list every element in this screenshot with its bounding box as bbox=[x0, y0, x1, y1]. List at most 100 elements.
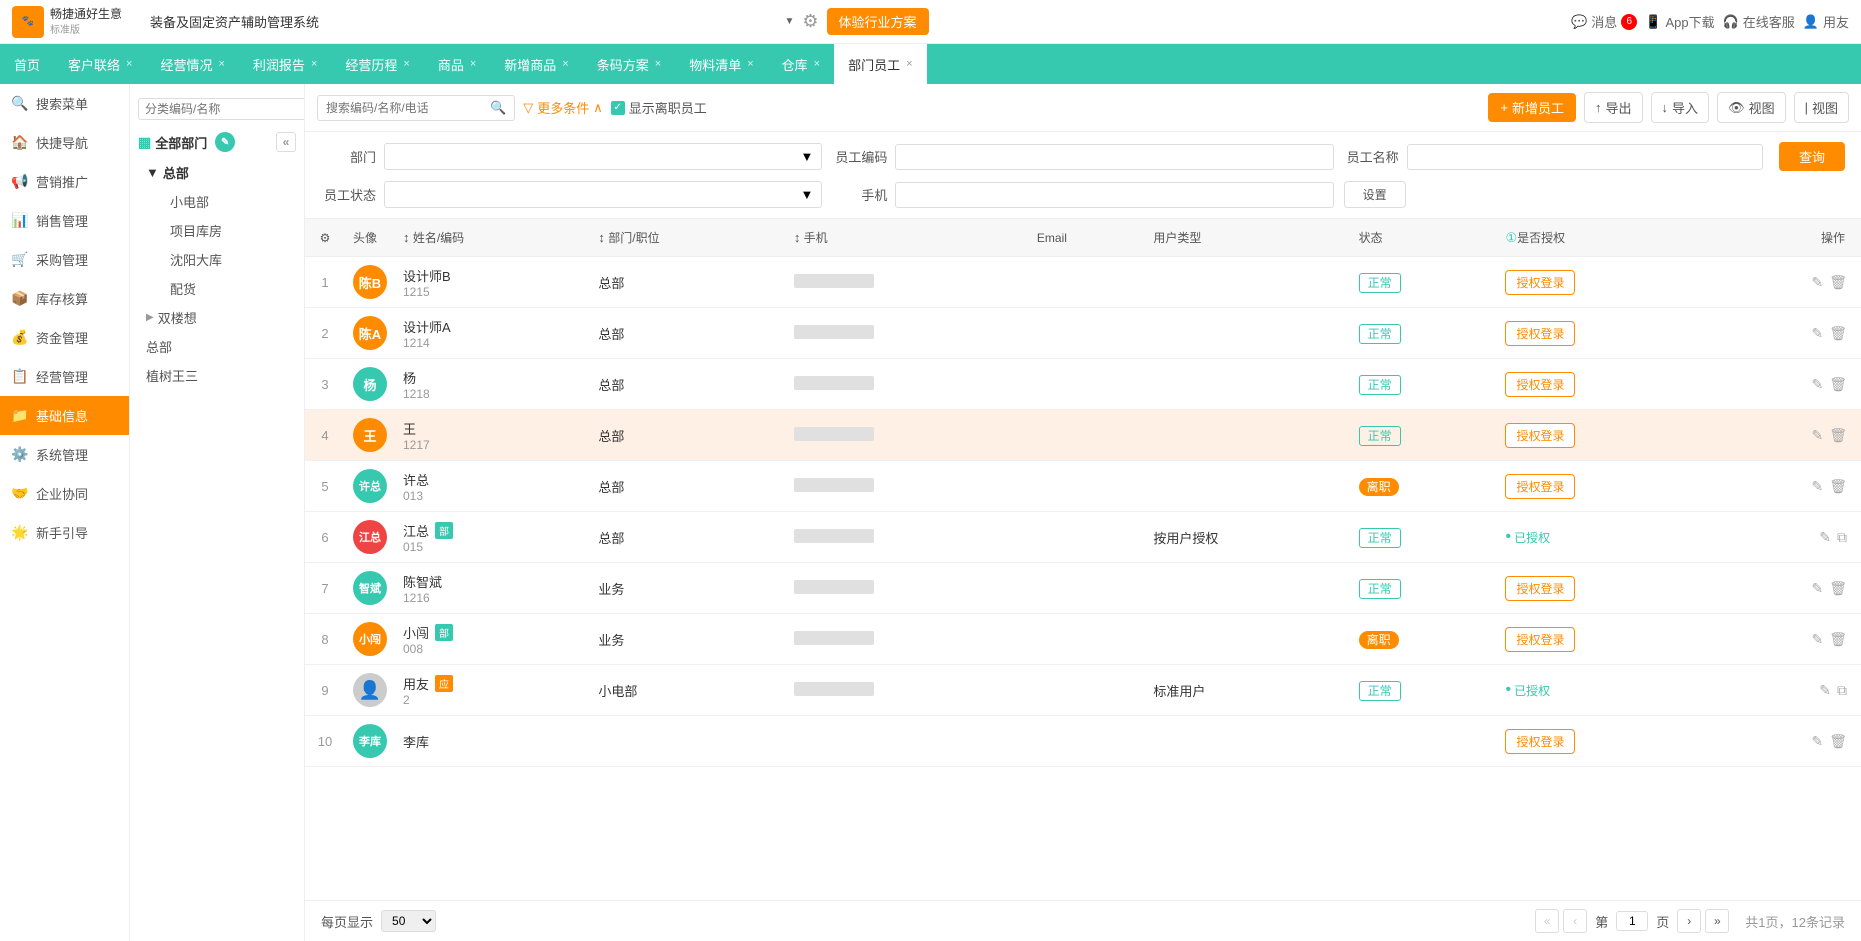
show-resigned-checkbox[interactable]: ✓ 显示离职员工 bbox=[611, 98, 707, 117]
edit-icon[interactable]: ✎ bbox=[1811, 376, 1823, 392]
search-input[interactable] bbox=[326, 101, 486, 115]
edit-icon[interactable]: ✎ bbox=[1811, 580, 1823, 596]
page-input[interactable] bbox=[1616, 911, 1648, 931]
message-button[interactable]: 💬 消息 6 bbox=[1571, 12, 1637, 31]
emp-code-input[interactable] bbox=[895, 144, 1333, 170]
next-last-button[interactable]: » bbox=[1705, 909, 1729, 933]
prev-button[interactable]: ‹ bbox=[1563, 909, 1587, 933]
sidebar-item-marketing[interactable]: 📢 营销推广 bbox=[0, 162, 129, 201]
dept-item-shenyang[interactable]: 沈阳大库 bbox=[158, 245, 300, 274]
edit-icon[interactable]: ✎ bbox=[1811, 733, 1823, 749]
tab-profit[interactable]: 利润报告× bbox=[239, 44, 331, 84]
user-avatar[interactable]: 👤 用友 bbox=[1803, 12, 1849, 31]
per-page-select[interactable]: 50 20 100 bbox=[381, 910, 436, 932]
tab-history[interactable]: 经营历程× bbox=[331, 44, 423, 84]
experience-button[interactable]: 体验行业方案 bbox=[827, 8, 929, 35]
dept-item-peihuo[interactable]: 配货 bbox=[158, 274, 300, 303]
copy-icon[interactable]: ⧉ bbox=[1837, 682, 1847, 698]
dept-item-zhishu[interactable]: 植树王三 bbox=[134, 361, 300, 390]
edit-icon[interactable]: ✎ bbox=[1811, 427, 1823, 443]
tab-barcode-close[interactable]: × bbox=[655, 58, 661, 70]
online-service-button[interactable]: 🎧 在线客服 bbox=[1723, 12, 1795, 31]
dept-search-input[interactable] bbox=[138, 98, 305, 120]
sidebar-item-finance[interactable]: 💰 资金管理 bbox=[0, 318, 129, 357]
phone-input[interactable] bbox=[895, 182, 1333, 208]
query-button[interactable]: 查询 bbox=[1779, 142, 1845, 171]
auth-button[interactable]: 授权登录 bbox=[1505, 576, 1575, 601]
tab-new-goods-close[interactable]: × bbox=[562, 58, 568, 70]
tab-warehouse[interactable]: 仓库× bbox=[768, 44, 834, 84]
tab-profit-close[interactable]: × bbox=[311, 58, 317, 70]
dept-select[interactable]: ▼ bbox=[384, 143, 822, 170]
sidebar-item-manage[interactable]: 📋 经营管理 bbox=[0, 357, 129, 396]
edit-icon[interactable]: ✎ bbox=[1811, 478, 1823, 494]
auth-button[interactable]: 授权登录 bbox=[1505, 372, 1575, 397]
more-button[interactable]: | 视图 bbox=[1794, 92, 1849, 123]
delete-icon[interactable]: 🗑 bbox=[1829, 478, 1847, 494]
import-button[interactable]: ↓ 导入 bbox=[1651, 92, 1710, 123]
delete-icon[interactable]: 🗑 bbox=[1829, 376, 1847, 392]
export-button[interactable]: ↑ 导出 bbox=[1584, 92, 1643, 123]
delete-icon[interactable]: 🗑 bbox=[1829, 274, 1847, 290]
sidebar-item-inventory[interactable]: 📦 库存核算 bbox=[0, 279, 129, 318]
dept-item-zongbu2[interactable]: 总部 bbox=[134, 332, 300, 361]
edit-icon[interactable]: ✎ bbox=[1811, 631, 1823, 647]
emp-name-input[interactable] bbox=[1407, 144, 1763, 170]
tab-goods-close[interactable]: × bbox=[470, 58, 476, 70]
tab-new-goods[interactable]: 新增商品× bbox=[490, 44, 582, 84]
delete-icon[interactable]: 🗑 bbox=[1829, 580, 1847, 596]
auth-button[interactable]: 授权登录 bbox=[1505, 474, 1575, 499]
sidebar-item-system[interactable]: ⚙️ 系统管理 bbox=[0, 435, 129, 474]
dept-collapse-button[interactable]: « bbox=[276, 132, 296, 152]
settings-icon[interactable]: ⚙ bbox=[802, 11, 818, 32]
status-select[interactable]: ▼ bbox=[384, 181, 822, 208]
edit-icon[interactable]: ✎ bbox=[1819, 682, 1831, 698]
tab-bom-close[interactable]: × bbox=[747, 58, 753, 70]
add-employee-button[interactable]: + 新增员工 bbox=[1488, 93, 1576, 122]
all-dept-label[interactable]: 全部部门 bbox=[155, 133, 207, 152]
next-button[interactable]: › bbox=[1677, 909, 1701, 933]
dept-item-zongbu-parent[interactable]: ▼ 总部 bbox=[134, 158, 300, 187]
tab-warehouse-close[interactable]: × bbox=[814, 58, 820, 70]
col-settings[interactable]: ⚙ bbox=[305, 219, 345, 257]
tab-bom[interactable]: 物料清单× bbox=[675, 44, 767, 84]
sidebar-item-purchase[interactable]: 🛒 采购管理 bbox=[0, 240, 129, 279]
tab-goods[interactable]: 商品× bbox=[424, 44, 490, 84]
sidebar-item-collab[interactable]: 🤝 企业协同 bbox=[0, 474, 129, 513]
delete-icon[interactable]: 🗑 bbox=[1829, 733, 1847, 749]
dept-item-shuanglou[interactable]: ▶ 双楼想 bbox=[134, 303, 300, 332]
auth-button[interactable]: 授权登录 bbox=[1505, 321, 1575, 346]
auth-button[interactable]: 授权登录 bbox=[1505, 627, 1575, 652]
tab-operation-close[interactable]: × bbox=[218, 58, 224, 70]
view-button[interactable]: 👁 视图 bbox=[1717, 92, 1786, 123]
tab-customer[interactable]: 客户联络× bbox=[54, 44, 146, 84]
sidebar-item-basic[interactable]: 📁 基础信息 bbox=[0, 396, 129, 435]
tab-history-close[interactable]: × bbox=[403, 58, 409, 70]
system-title-arrow[interactable]: ▼ bbox=[785, 16, 795, 27]
search-icon-btn[interactable]: 🔍 bbox=[490, 100, 506, 116]
tab-barcode[interactable]: 条码方案× bbox=[583, 44, 675, 84]
edit-icon[interactable]: ✎ bbox=[1811, 325, 1823, 341]
tab-employee[interactable]: 部门员工× bbox=[834, 44, 926, 84]
reset-button[interactable]: 设置 bbox=[1344, 181, 1406, 208]
sidebar-item-nav[interactable]: 🏠 快捷导航 bbox=[0, 123, 129, 162]
auth-button[interactable]: 授权登录 bbox=[1505, 423, 1575, 448]
more-filter-button[interactable]: ▽ 更多条件 ∧ bbox=[523, 98, 603, 117]
dept-item-project[interactable]: 项目库房 bbox=[158, 216, 300, 245]
sidebar-item-sales[interactable]: 📊 销售管理 bbox=[0, 201, 129, 240]
tab-employee-close[interactable]: × bbox=[906, 58, 912, 70]
delete-icon[interactable]: 🗑 bbox=[1829, 325, 1847, 341]
app-download-button[interactable]: 📱 App下载 bbox=[1645, 12, 1714, 31]
auth-button[interactable]: 授权登录 bbox=[1505, 729, 1575, 754]
tab-customer-close[interactable]: × bbox=[126, 58, 132, 70]
auth-button[interactable]: 授权登录 bbox=[1505, 270, 1575, 295]
prev-first-button[interactable]: « bbox=[1535, 909, 1559, 933]
tab-home[interactable]: 首页 bbox=[0, 44, 54, 84]
edit-icon[interactable]: ✎ bbox=[1811, 274, 1823, 290]
dept-edit-icon[interactable]: ✎ bbox=[215, 132, 235, 152]
tab-operation[interactable]: 经营情况× bbox=[146, 44, 238, 84]
delete-icon[interactable]: 🗑 bbox=[1829, 631, 1847, 647]
delete-icon[interactable]: 🗑 bbox=[1829, 427, 1847, 443]
dept-item-xiaodian[interactable]: 小电部 bbox=[158, 187, 300, 216]
sidebar-item-search[interactable]: 🔍 搜索菜单 bbox=[0, 84, 129, 123]
